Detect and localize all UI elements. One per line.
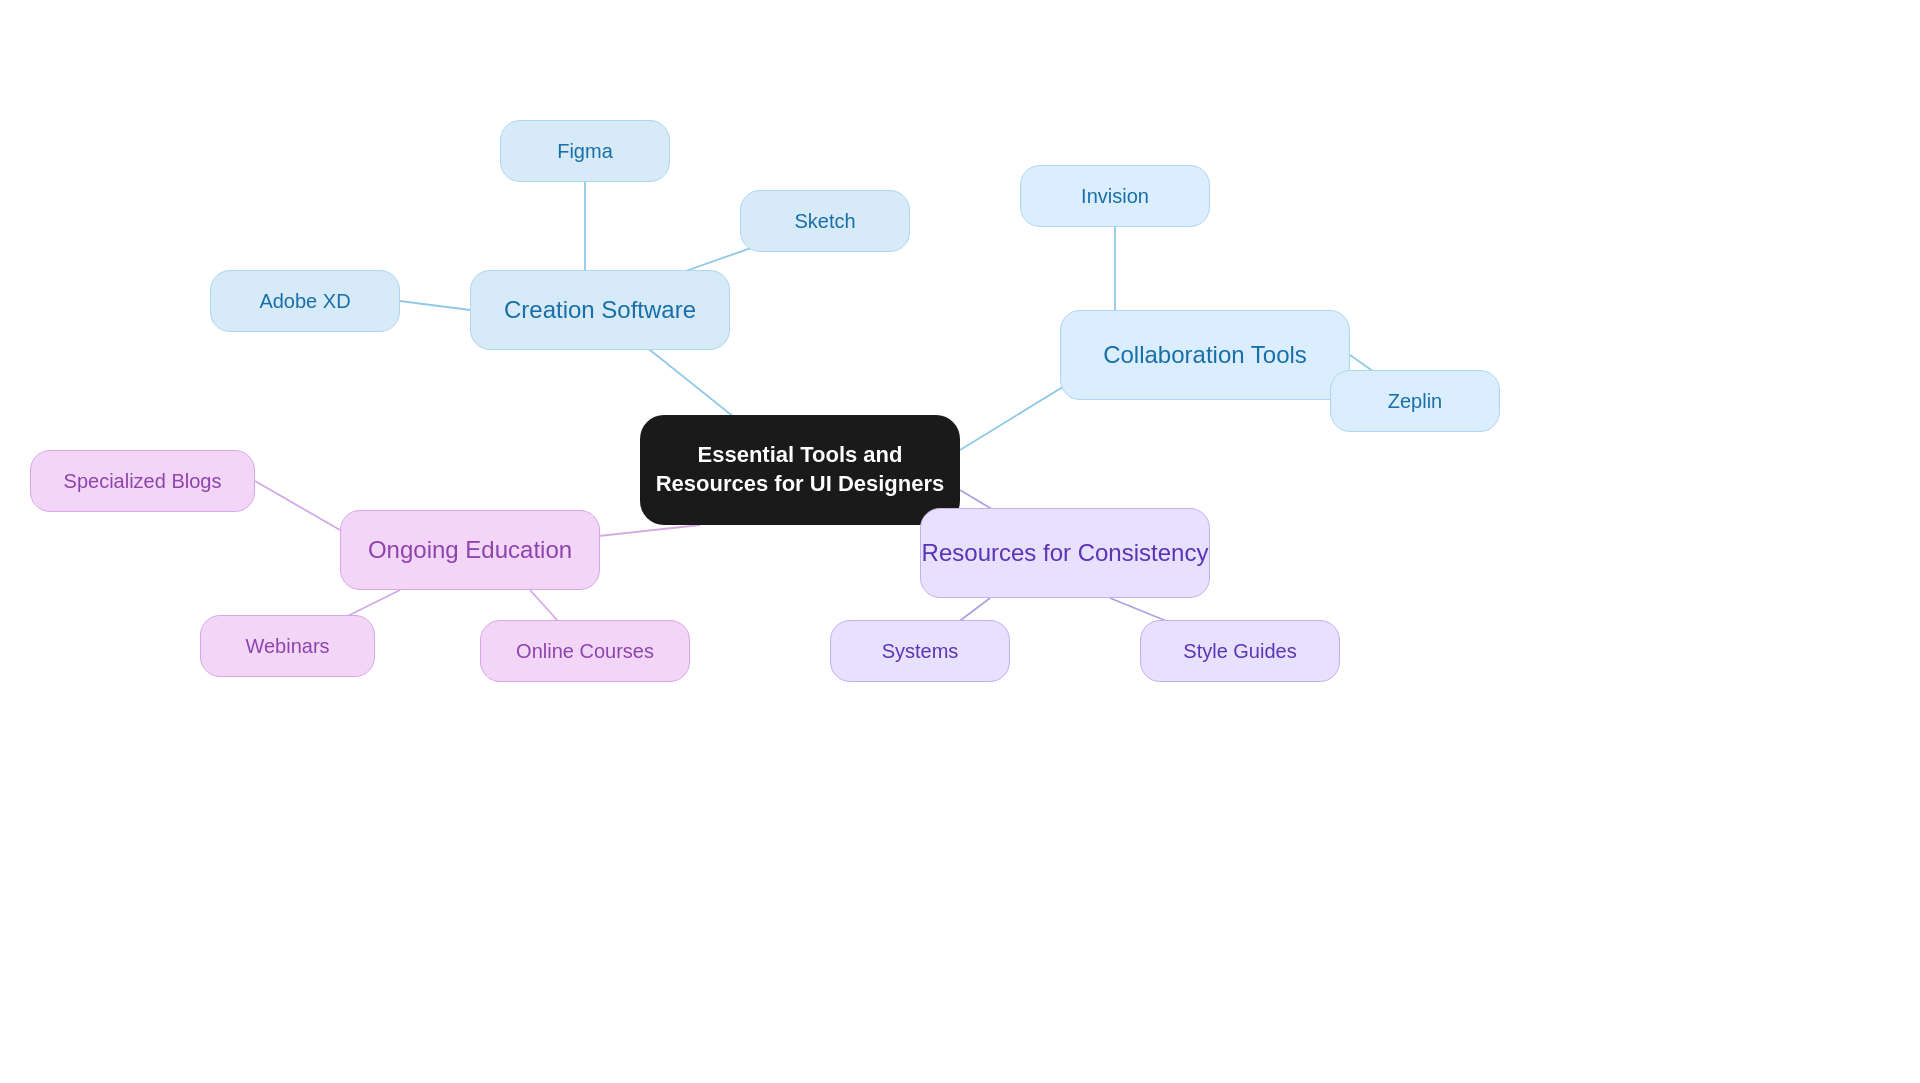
specialized-blogs-label: Specialized Blogs	[64, 468, 222, 494]
collaboration-tools-node[interactable]: Collaboration Tools	[1060, 310, 1350, 400]
style-guides-node[interactable]: Style Guides	[1140, 620, 1340, 682]
central-node-label: Essential Tools and Resources for UI Des…	[640, 441, 960, 498]
adobe-xd-label: Adobe XD	[259, 288, 350, 314]
systems-node[interactable]: Systems	[830, 620, 1010, 682]
webinars-node[interactable]: Webinars	[200, 615, 375, 677]
specialized-blogs-node[interactable]: Specialized Blogs	[30, 450, 255, 512]
resources-consistency-label: Resources for Consistency	[922, 537, 1209, 568]
zeplin-node[interactable]: Zeplin	[1330, 370, 1500, 432]
ongoing-education-label: Ongoing Education	[368, 534, 572, 565]
figma-label: Figma	[557, 138, 613, 164]
online-courses-label: Online Courses	[516, 638, 654, 664]
adobe-xd-node[interactable]: Adobe XD	[210, 270, 400, 332]
sketch-node[interactable]: Sketch	[740, 190, 910, 252]
ongoing-education-node[interactable]: Ongoing Education	[340, 510, 600, 590]
central-node[interactable]: Essential Tools and Resources for UI Des…	[640, 415, 960, 525]
collaboration-tools-label: Collaboration Tools	[1103, 339, 1307, 370]
webinars-label: Webinars	[245, 633, 329, 659]
sketch-label: Sketch	[794, 208, 855, 234]
systems-label: Systems	[882, 638, 959, 664]
style-guides-label: Style Guides	[1183, 638, 1296, 664]
svg-line-3	[400, 301, 470, 310]
resources-consistency-node[interactable]: Resources for Consistency	[920, 508, 1210, 598]
figma-node[interactable]: Figma	[500, 120, 670, 182]
online-courses-node[interactable]: Online Courses	[480, 620, 690, 682]
svg-line-8	[255, 481, 340, 530]
invision-label: Invision	[1081, 183, 1149, 209]
invision-node[interactable]: Invision	[1020, 165, 1210, 227]
creation-software-label: Creation Software	[504, 294, 696, 325]
zeplin-label: Zeplin	[1388, 388, 1442, 414]
creation-software-node[interactable]: Creation Software	[470, 270, 730, 350]
